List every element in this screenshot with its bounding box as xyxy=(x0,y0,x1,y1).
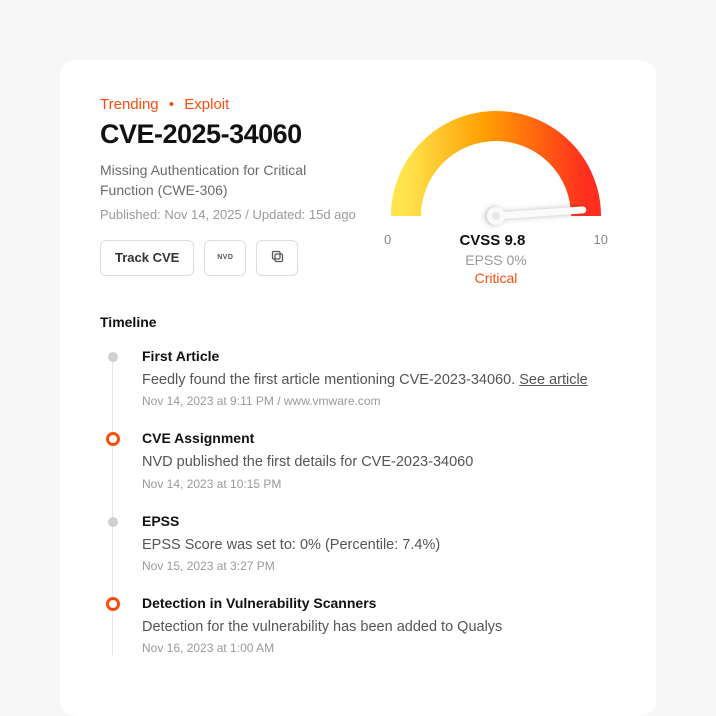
cve-card: Trending • Exploit CVE-2025-34060 Missin… xyxy=(60,60,656,716)
track-cve-button[interactable]: Track CVE xyxy=(100,240,194,276)
tag-exploit[interactable]: Exploit xyxy=(184,96,229,113)
timeline-item-title: CVE Assignment xyxy=(142,430,616,446)
timeline-item-body: Detection for the vulnerability has been… xyxy=(142,617,616,637)
timeline-item: Detection in Vulnerability Scanners Dete… xyxy=(108,595,616,655)
timeline-item-title: First Article xyxy=(142,348,616,364)
timeline-item-title: Detection in Vulnerability Scanners xyxy=(142,595,616,611)
timeline-item-text: Feedly found the first article mentionin… xyxy=(142,372,519,388)
timeline-item-meta: Nov 14, 2023 at 10:15 PM xyxy=(142,477,616,491)
timeline-item-body: EPSS Score was set to: 0% (Percentile: 7… xyxy=(142,535,616,555)
published-meta: Published: Nov 14, 2025 / Updated: 15d a… xyxy=(100,207,356,222)
tag-row: Trending • Exploit xyxy=(100,96,356,113)
timeline-header: Timeline xyxy=(100,314,616,330)
timeline-item-title: EPSS xyxy=(142,513,616,529)
tag-trending[interactable]: Trending xyxy=(100,96,159,113)
nvd-icon: NVD xyxy=(217,254,233,261)
severity-label: Critical xyxy=(376,270,616,286)
header-left: Trending • Exploit CVE-2025-34060 Missin… xyxy=(100,96,376,276)
copy-icon xyxy=(270,249,285,267)
gauge-panel: 0 CVSS 9.8 10 EPSS 0% Critical xyxy=(376,96,616,286)
cve-description: Missing Authentication for Critical Func… xyxy=(100,160,356,201)
tag-separator: • xyxy=(169,96,174,113)
gauge xyxy=(386,96,606,236)
timeline-item-meta: Nov 14, 2023 at 9:11 PM / www.vmware.com xyxy=(142,394,616,408)
see-article-link[interactable]: See article xyxy=(519,372,588,388)
epss-score: EPSS 0% xyxy=(376,252,616,268)
nvd-button[interactable]: NVD xyxy=(204,240,246,276)
timeline-item: EPSS EPSS Score was set to: 0% (Percenti… xyxy=(108,513,616,573)
timeline-item: First Article Feedly found the first art… xyxy=(108,348,616,408)
top-row: Trending • Exploit CVE-2025-34060 Missin… xyxy=(100,96,616,286)
copy-button[interactable] xyxy=(256,240,298,276)
page-title: CVE-2025-34060 xyxy=(100,119,356,150)
timeline-item: CVE Assignment NVD published the first d… xyxy=(108,430,616,490)
timeline: First Article Feedly found the first art… xyxy=(100,348,616,655)
timeline-item-body: NVD published the first details for CVE-… xyxy=(142,452,616,472)
timeline-marker xyxy=(108,352,118,362)
timeline-item-body: Feedly found the first article mentionin… xyxy=(142,370,616,390)
timeline-item-meta: Nov 16, 2023 at 1:00 AM xyxy=(142,641,616,655)
action-button-row: Track CVE NVD xyxy=(100,240,356,276)
timeline-marker xyxy=(108,517,118,527)
timeline-marker-highlight xyxy=(106,432,120,446)
timeline-item-meta: Nov 15, 2023 at 3:27 PM xyxy=(142,559,616,573)
timeline-marker-highlight xyxy=(106,597,120,611)
